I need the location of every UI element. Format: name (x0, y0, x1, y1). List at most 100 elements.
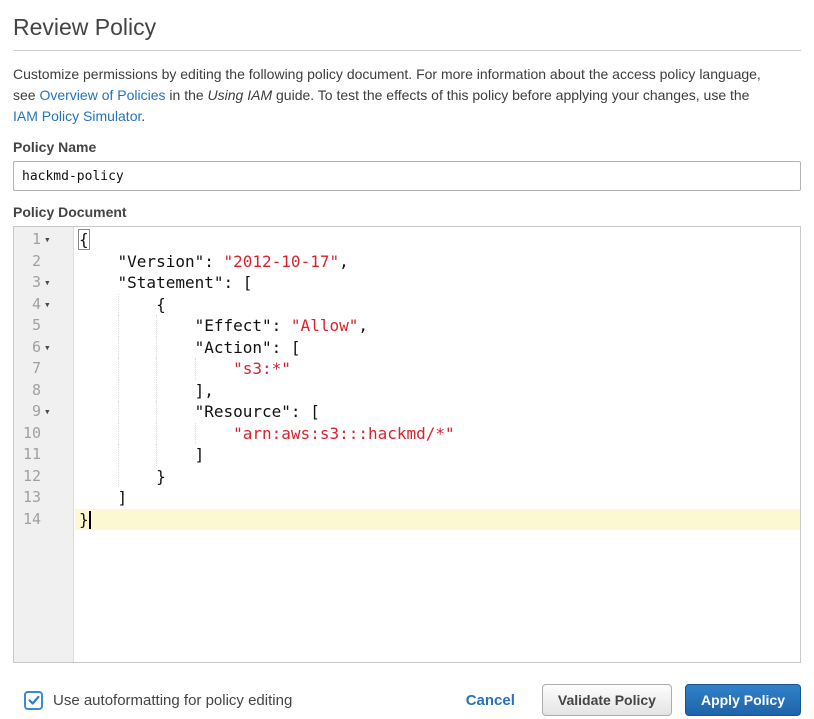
gutter-cell: 3▾ (14, 272, 73, 294)
apply-policy-button[interactable]: Apply Policy (685, 684, 801, 716)
code-line-6[interactable]: "Action": [ (75, 337, 800, 359)
overview-of-policies-link[interactable]: Overview of Policies (39, 87, 165, 103)
indent-guide (118, 466, 119, 488)
fold-arrow-icon[interactable]: ▾ (44, 294, 51, 316)
code-line-12[interactable]: } (75, 466, 800, 488)
json-token: ], (79, 381, 214, 400)
line-number: 14 (23, 509, 41, 531)
autoformat-checkbox[interactable] (24, 691, 43, 710)
intro-text-2: see (13, 87, 39, 103)
autoformat-option[interactable]: Use autoformatting for policy editing (13, 691, 292, 710)
policy-document-label: Policy Document (13, 204, 801, 220)
autoformat-label: Use autoformatting for policy editing (53, 692, 292, 709)
indent-guide (118, 444, 119, 466)
line-number: 9 (32, 401, 41, 423)
gutter-cell: 8 (14, 380, 73, 402)
code-line-7[interactable]: "s3:*" (75, 358, 800, 380)
fold-arrow-icon[interactable]: ▾ (44, 272, 51, 294)
checkmark-icon (27, 693, 41, 707)
code-line-2[interactable]: "Version": "2012-10-17", (75, 251, 800, 273)
gutter-cell: 12 (14, 466, 73, 488)
json-string-token: "2012-10-17" (224, 252, 340, 271)
line-number: 4 (32, 294, 41, 316)
line-number: 7 (32, 358, 41, 380)
validate-policy-button[interactable]: Validate Policy (542, 684, 672, 716)
line-number: 11 (23, 444, 41, 466)
indent-guide (195, 423, 196, 445)
indent-guide (118, 380, 119, 402)
gutter-cell: 9▾ (14, 401, 73, 423)
iam-policy-simulator-link[interactable]: IAM Policy Simulator (13, 108, 141, 124)
intro-text-5: . (141, 108, 145, 124)
text-cursor (89, 511, 91, 529)
json-token: "Action": [ (79, 338, 301, 357)
intro-paragraph: Customize permissions by editing the fol… (13, 64, 801, 127)
code-line-3[interactable]: "Statement": [ (75, 272, 800, 294)
gutter-cell: 6▾ (14, 337, 73, 359)
gutter-cell: 5 (14, 315, 73, 337)
gutter-cell: 7 (14, 358, 73, 380)
json-string-token: "arn:aws:s3:::hackmd/*" (233, 424, 455, 443)
code-line-11[interactable]: ] (75, 444, 800, 466)
code-line-5[interactable]: "Effect": "Allow", (75, 315, 800, 337)
code-line-10[interactable]: "arn:aws:s3:::hackmd/*" (75, 423, 800, 445)
fold-arrow-icon[interactable]: ▾ (44, 337, 51, 359)
indent-guide (156, 337, 157, 359)
indent-guide (156, 401, 157, 423)
gutter-cell: 2 (14, 251, 73, 273)
gutter-cell: 10 (14, 423, 73, 445)
code-line-9[interactable]: "Resource": [ (75, 401, 800, 423)
cancel-link[interactable]: Cancel (466, 692, 515, 709)
policy-name-label: Policy Name (13, 139, 801, 155)
indent-guide (156, 315, 157, 337)
indent-guide (118, 401, 119, 423)
policy-name-input[interactable] (13, 161, 801, 191)
indent-guide (195, 358, 196, 380)
indent-guide (118, 315, 119, 337)
footer-actions: Use autoformatting for policy editing Ca… (13, 684, 801, 716)
line-number: 10 (23, 423, 41, 445)
gutter-cell: 14 (14, 509, 73, 531)
policy-document-editor[interactable]: 1▾23▾4▾56▾789▾1011121314 { "Version": "2… (13, 226, 801, 663)
json-token: } (79, 510, 89, 529)
json-token: "Effect": (79, 316, 291, 335)
line-number: 12 (23, 466, 41, 488)
code-line-4[interactable]: { (75, 294, 800, 316)
editor-gutter: 1▾23▾4▾56▾789▾1011121314 (14, 227, 74, 662)
indent-guide (156, 444, 157, 466)
intro-text-3: in the (166, 87, 208, 103)
indent-guide (156, 380, 157, 402)
page-title: Review Policy (13, 14, 801, 41)
gutter-cell: 4▾ (14, 294, 73, 316)
json-token: ] (79, 445, 204, 464)
fold-arrow-icon[interactable]: ▾ (44, 229, 51, 251)
json-token: , (339, 252, 349, 271)
fold-arrow-icon[interactable]: ▾ (44, 401, 51, 423)
gutter-cell: 11 (14, 444, 73, 466)
indent-guide (118, 294, 119, 316)
review-policy-page: Review Policy Customize permissions by e… (0, 0, 814, 716)
indent-guide (118, 423, 119, 445)
using-iam-guide-title: Using IAM (208, 87, 273, 103)
intro-text-4: guide. To test the effects of this polic… (272, 87, 749, 103)
line-number: 13 (23, 487, 41, 509)
code-line-1[interactable]: { (75, 229, 800, 251)
line-number: 8 (32, 380, 41, 402)
line-number: 2 (32, 251, 41, 273)
line-number: 6 (32, 337, 41, 359)
gutter-cell: 1▾ (14, 229, 73, 251)
code-line-14[interactable]: } (75, 509, 800, 531)
indent-guide (156, 358, 157, 380)
json-token: ] (79, 488, 127, 507)
json-string-token: "s3:*" (233, 359, 291, 378)
intro-text-1: Customize permissions by editing the fol… (13, 66, 761, 82)
footer-buttons: Cancel Validate Policy Apply Policy (466, 684, 801, 716)
code-line-8[interactable]: ], (75, 380, 800, 402)
indent-guide (118, 358, 119, 380)
title-divider (13, 50, 801, 51)
code-line-13[interactable]: ] (75, 487, 800, 509)
editor-code[interactable]: { "Version": "2012-10-17", "Statement": … (75, 227, 800, 662)
json-token: "Resource": [ (79, 402, 320, 421)
line-number: 5 (32, 315, 41, 337)
json-string-token: "Allow" (291, 316, 358, 335)
